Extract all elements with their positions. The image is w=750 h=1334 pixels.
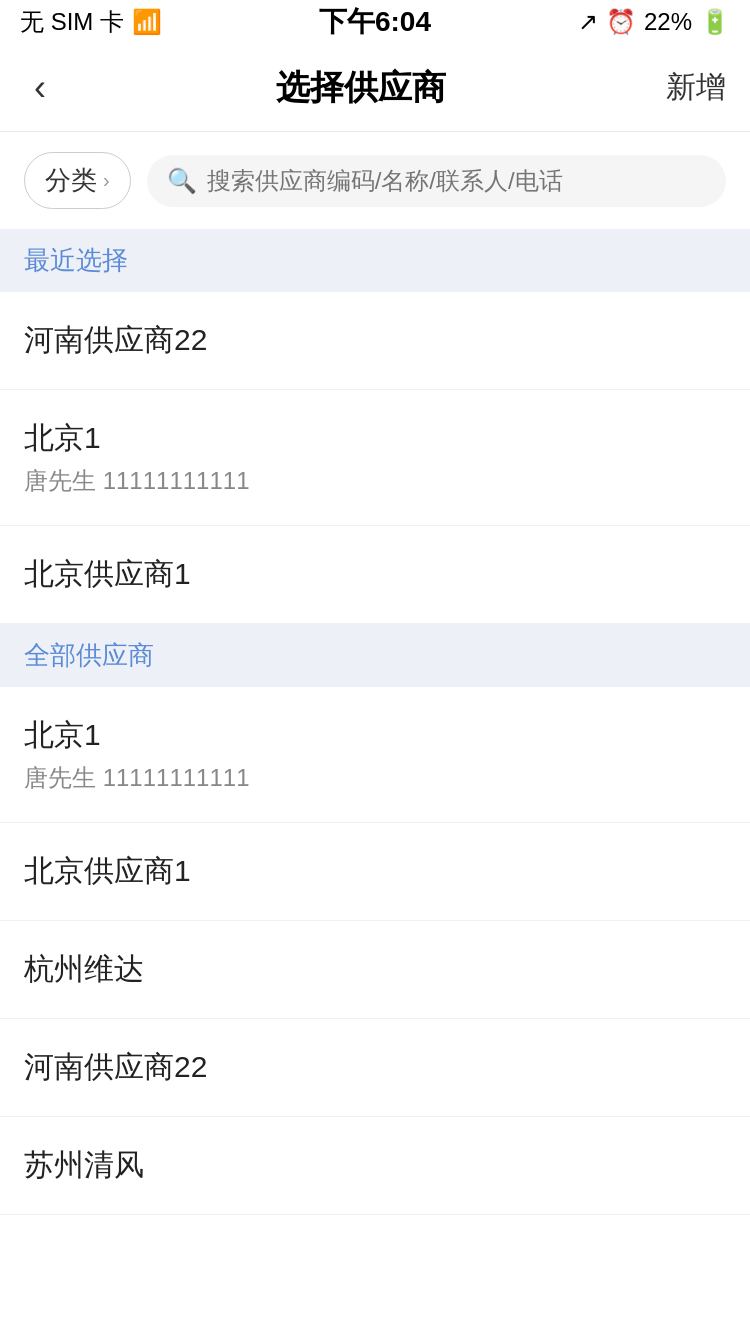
list-item[interactable]: 杭州维达 <box>0 921 750 1019</box>
list-item[interactable]: 北京供应商1 <box>0 526 750 624</box>
all-section-header: 全部供应商 <box>0 624 750 687</box>
search-box[interactable]: 🔍 <box>147 155 726 207</box>
all-items-list: 北京1 唐先生 11111111111 北京供应商1 杭州维达河南供应商22 苏州清风 <box>0 687 750 1215</box>
nav-bar: ‹ 选择供应商 新增 <box>0 44 750 132</box>
recent-items-list: 河南供应商22 北京1 唐先生 11111111111 北京供应商1 <box>0 292 750 624</box>
item-name: 北京供应商1 <box>24 554 726 595</box>
status-bar: 无 SIM 卡 📶 下午6:04 ↗ ⏰ 22% 🔋 <box>0 0 750 44</box>
search-input[interactable] <box>207 167 706 195</box>
item-name: 杭州维达 <box>24 949 726 990</box>
list-item[interactable]: 苏州清风 <box>0 1117 750 1215</box>
list-item[interactable]: 北京供应商1 <box>0 823 750 921</box>
list-item[interactable]: 河南供应商22 <box>0 1019 750 1117</box>
location-icon: ↗ <box>578 8 598 36</box>
status-right: ↗ ⏰ 22% 🔋 <box>578 8 730 36</box>
list-item[interactable]: 河南供应商22 <box>0 292 750 390</box>
page-title: 选择供应商 <box>276 65 446 111</box>
status-time: 下午6:04 <box>319 3 431 41</box>
item-sub: 唐先生 11111111111 <box>24 465 726 497</box>
sim-text: 无 SIM 卡 <box>20 6 124 38</box>
chevron-right-icon: › <box>103 169 110 192</box>
item-name: 北京1 <box>24 418 726 459</box>
item-name: 北京1 <box>24 715 726 756</box>
filter-bar: 分类 › 🔍 <box>0 132 750 229</box>
recent-section-label: 最近选择 <box>24 245 128 275</box>
battery-level: 22% <box>644 8 692 36</box>
add-button[interactable]: 新增 <box>666 67 726 108</box>
item-name: 苏州清风 <box>24 1145 726 1186</box>
search-icon: 🔍 <box>167 167 197 195</box>
list-item[interactable]: 北京1 唐先生 11111111111 <box>0 687 750 823</box>
item-name: 河南供应商22 <box>24 320 726 361</box>
wifi-icon: 📶 <box>132 8 162 36</box>
item-name: 北京供应商1 <box>24 851 726 892</box>
category-filter-button[interactable]: 分类 › <box>24 152 131 209</box>
recent-section-header: 最近选择 <box>0 229 750 292</box>
status-left: 无 SIM 卡 📶 <box>20 6 162 38</box>
category-label: 分类 <box>45 163 97 198</box>
all-section-label: 全部供应商 <box>24 640 154 670</box>
item-name: 河南供应商22 <box>24 1047 726 1088</box>
back-button[interactable]: ‹ <box>24 57 56 119</box>
item-sub: 唐先生 11111111111 <box>24 762 726 794</box>
list-item[interactable]: 北京1 唐先生 11111111111 <box>0 390 750 526</box>
battery-icon: 🔋 <box>700 8 730 36</box>
alarm-icon: ⏰ <box>606 8 636 36</box>
